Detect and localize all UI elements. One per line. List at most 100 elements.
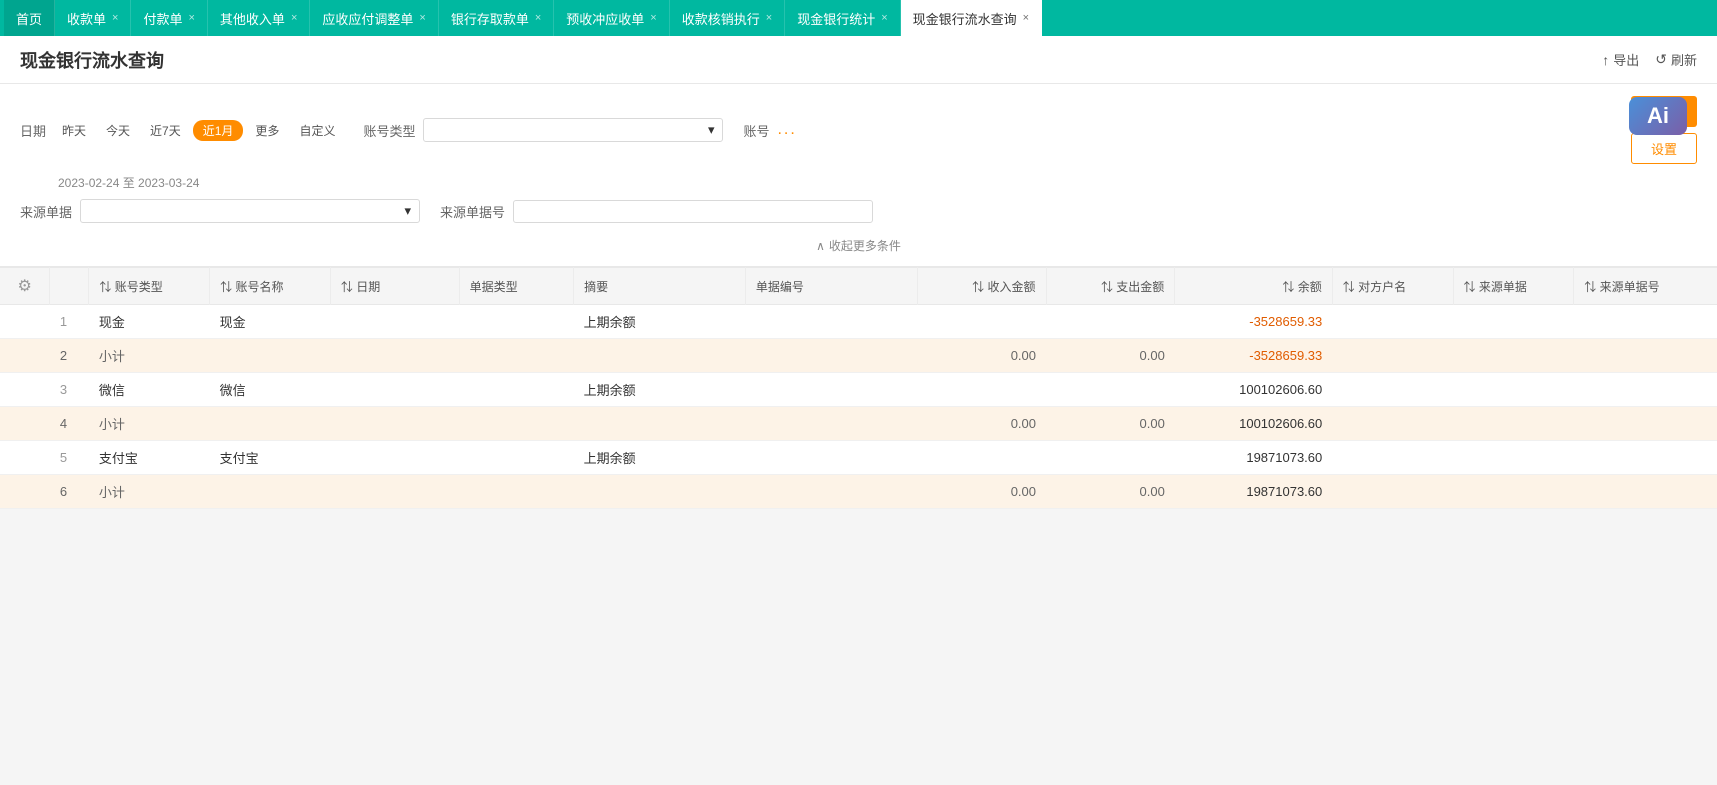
account-type-group: 账号类型 ▾ xyxy=(363,118,723,142)
date-today[interactable]: 今天 xyxy=(98,120,138,141)
col-num xyxy=(50,268,89,305)
nav-tab-1[interactable]: 付款单 × xyxy=(131,0,207,36)
row-counterpart xyxy=(1332,339,1453,373)
account-type-label: 账号类型 xyxy=(363,121,415,140)
row-account-type: 支付宝 xyxy=(89,441,210,475)
close-icon[interactable]: × xyxy=(535,12,541,24)
date-more[interactable]: 更多 xyxy=(247,120,287,141)
row-balance: -3528659.33 xyxy=(1175,339,1332,373)
close-icon[interactable]: × xyxy=(419,12,425,24)
filter-row-1: 日期 昨天 今天 近7天 近1月 更多 自定义 账号类型 ▾ 账号 ... xyxy=(20,96,1697,164)
row-account-name: 现金 xyxy=(210,305,331,339)
row-balance: 100102606.60 xyxy=(1175,373,1332,407)
col-doc-no: 单据编号 xyxy=(745,268,917,305)
ai-button[interactable]: Ai xyxy=(1629,97,1687,135)
date-yesterday[interactable]: 昨天 xyxy=(54,120,94,141)
row-gear xyxy=(0,339,50,373)
table-wrap: ⚙ ⇅ 账号类型 ⇅ 账号名称 ⇅ 日期 单据类型 摘要 单据编号 ⇅ 收入金额 xyxy=(0,267,1717,509)
date-1month[interactable]: 近1月 xyxy=(193,120,244,141)
close-icon[interactable]: × xyxy=(766,12,772,24)
row-num: 5 xyxy=(50,441,89,475)
date-7days[interactable]: 近7天 xyxy=(142,120,189,141)
row-gear xyxy=(0,373,50,407)
chevron-down-icon: ▾ xyxy=(404,203,411,219)
close-icon[interactable]: × xyxy=(112,12,118,24)
row-gear xyxy=(0,475,50,509)
row-income: 0.00 xyxy=(917,339,1046,373)
date-custom[interactable]: 自定义 xyxy=(291,120,343,141)
collapse-label: 收起更多条件 xyxy=(829,237,901,254)
table-row: 2 小计 0.00 0.00 -3528659.33 xyxy=(0,339,1717,373)
source-doc-no-group: 来源单据号 xyxy=(440,200,873,223)
close-icon[interactable]: × xyxy=(1023,12,1029,24)
date-label: 日期 xyxy=(20,121,46,140)
nav-tab-7[interactable]: 现金银行统计 × xyxy=(785,0,900,36)
collapse-bar[interactable]: ∧ 收起更多条件 xyxy=(20,233,1697,258)
row-source-doc xyxy=(1453,441,1574,475)
row-doc-no xyxy=(745,339,917,373)
row-date xyxy=(330,407,459,441)
account-type-select[interactable]: ▾ xyxy=(423,118,723,142)
export-icon: ↑ xyxy=(1602,52,1609,68)
nav-tab-2[interactable]: 其他收入单 × xyxy=(208,0,310,36)
row-doc-type xyxy=(459,441,574,475)
row-summary xyxy=(574,475,746,509)
row-balance: 100102606.60 xyxy=(1175,407,1332,441)
source-doc-no-input[interactable] xyxy=(513,200,873,223)
row-source-doc xyxy=(1453,305,1574,339)
row-doc-type xyxy=(459,407,574,441)
close-icon[interactable]: × xyxy=(291,12,297,24)
row-account-type: 小计 xyxy=(89,407,210,441)
row-counterpart xyxy=(1332,373,1453,407)
row-account-type: 现金 xyxy=(89,305,210,339)
row-income: 0.00 xyxy=(917,407,1046,441)
row-date xyxy=(330,305,459,339)
collapse-icon: ∧ xyxy=(816,239,825,253)
settings-button[interactable]: 设置 xyxy=(1631,133,1697,164)
nav-home[interactable]: 首页 xyxy=(4,0,55,36)
row-expense: 0.00 xyxy=(1046,407,1175,441)
row-source-no xyxy=(1574,305,1717,339)
close-icon[interactable]: × xyxy=(188,12,194,24)
nav-tab-8[interactable]: 现金银行流水查询 × xyxy=(901,0,1042,36)
nav-tab-4[interactable]: 银行存取款单 × xyxy=(439,0,554,36)
page-title: 现金银行流水查询 xyxy=(20,47,164,73)
source-doc-select[interactable]: ▾ xyxy=(80,199,420,223)
nav-tab-0[interactable]: 收款单 × xyxy=(55,0,131,36)
nav-tab-6[interactable]: 收款核销执行 × xyxy=(670,0,785,36)
row-income xyxy=(917,305,1046,339)
account-label: 账号 xyxy=(743,121,769,140)
row-source-no xyxy=(1574,339,1717,373)
col-source-no: ⇅ 来源单据号 xyxy=(1574,268,1717,305)
row-account-name xyxy=(210,339,331,373)
row-source-doc xyxy=(1453,475,1574,509)
row-balance: 19871073.60 xyxy=(1175,475,1332,509)
row-counterpart xyxy=(1332,305,1453,339)
account-dots-button[interactable]: ... xyxy=(777,121,796,139)
col-summary: 摘要 xyxy=(574,268,746,305)
row-doc-type xyxy=(459,475,574,509)
row-expense xyxy=(1046,305,1175,339)
row-doc-no xyxy=(745,475,917,509)
row-counterpart xyxy=(1332,407,1453,441)
row-summary: 上期余额 xyxy=(574,441,746,475)
table-header-row: ⚙ ⇅ 账号类型 ⇅ 账号名称 ⇅ 日期 单据类型 摘要 单据编号 ⇅ 收入金额 xyxy=(0,268,1717,305)
export-button[interactable]: ↑ 导出 xyxy=(1602,50,1639,69)
col-gear[interactable]: ⚙ xyxy=(0,268,50,305)
row-doc-type xyxy=(459,339,574,373)
refresh-button[interactable]: ↺ 刷新 xyxy=(1655,50,1697,69)
row-source-no xyxy=(1574,373,1717,407)
nav-tab-5[interactable]: 预收冲应收单 × xyxy=(554,0,669,36)
source-doc-no-label: 来源单据号 xyxy=(440,202,505,221)
nav-tab-3[interactable]: 应收应付调整单 × xyxy=(310,0,438,36)
row-account-type: 小计 xyxy=(89,475,210,509)
close-icon[interactable]: × xyxy=(650,12,656,24)
row-num: 3 xyxy=(50,373,89,407)
table-row: 6 小计 0.00 0.00 19871073.60 xyxy=(0,475,1717,509)
row-account-name: 微信 xyxy=(210,373,331,407)
close-icon[interactable]: × xyxy=(881,12,887,24)
row-doc-type xyxy=(459,373,574,407)
table-body: 1 现金 现金 上期余额 -3528659.33 2 小计 0.00 0.00 … xyxy=(0,305,1717,509)
row-doc-no xyxy=(745,305,917,339)
row-summary xyxy=(574,339,746,373)
